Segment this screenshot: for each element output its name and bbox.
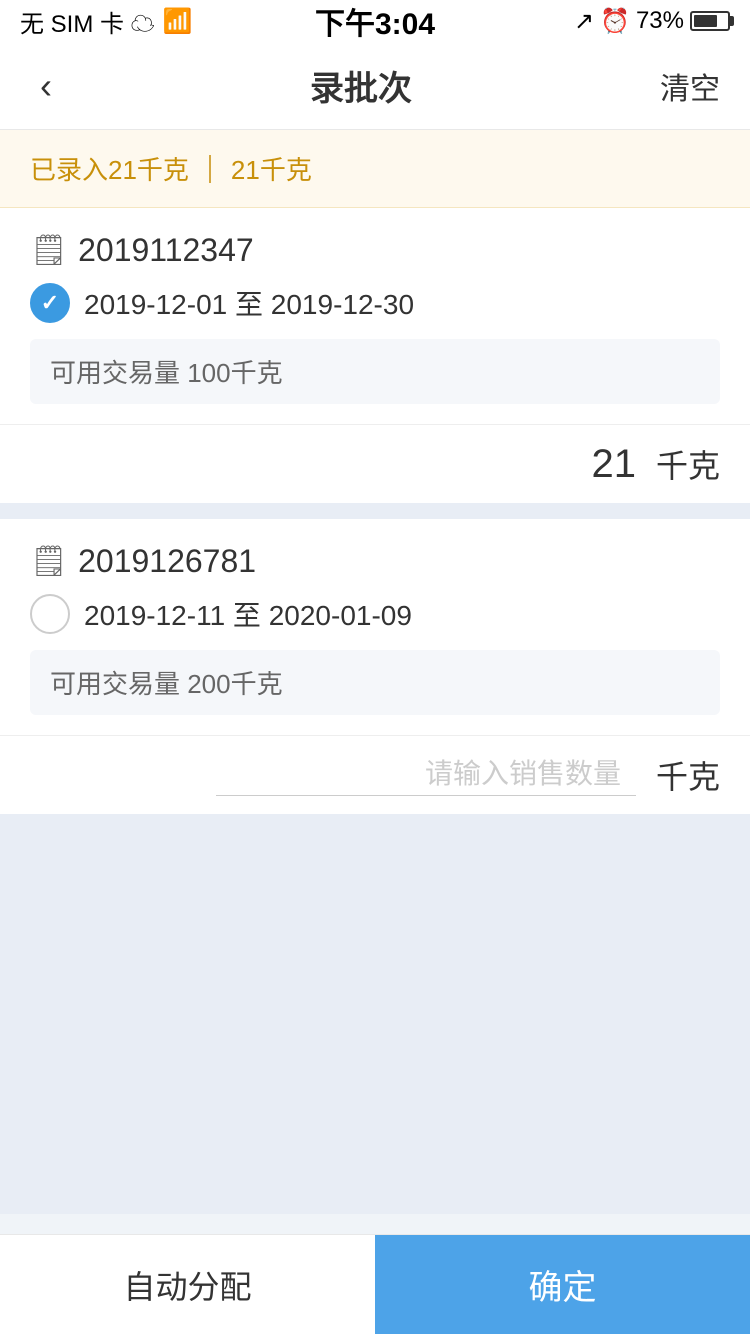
batch-item-2: 🗒 2019126781 2019-12-11 至 2020-01-09 可用交…	[0, 519, 750, 814]
batch-2-amount-row: 千克	[0, 735, 750, 814]
recorded-value: 21千克	[231, 150, 312, 187]
batch-2-quantity-input[interactable]	[216, 754, 636, 796]
section-divider	[0, 503, 750, 519]
confirm-button[interactable]: 确定	[375, 1235, 750, 1334]
info-divider	[209, 155, 211, 183]
recorded-label: 已录入21千克	[30, 150, 189, 187]
batch-2-unit: 千克	[656, 752, 720, 798]
status-right: ↗ ⏰ 73%	[574, 7, 730, 36]
batch-2-radio[interactable]	[30, 594, 70, 634]
battery-percent: 73%	[636, 7, 684, 35]
bottom-spacer	[0, 814, 750, 1214]
batch-2-id: 2019126781	[78, 543, 256, 580]
clear-button[interactable]: 清空	[660, 64, 720, 108]
batch-1-amount-row: 21 千克	[0, 424, 750, 503]
batch-2-available: 可用交易量 200千克	[30, 650, 720, 715]
status-left: 无 SIM 卡 ☁ 📶	[20, 4, 193, 39]
batch-1-unit: 千克	[656, 441, 720, 487]
batch-1-radio[interactable]	[30, 283, 70, 323]
batch-1-icon: 🗒	[30, 233, 68, 268]
info-banner: 已录入21千克 21千克	[0, 130, 750, 208]
batch-1-id: 2019112347	[78, 232, 254, 269]
status-bar: 无 SIM 卡 ☁ 📶 下午3:04 ↗ ⏰ 73%	[0, 0, 750, 42]
no-sim-text: 无 SIM 卡 ☁	[20, 4, 155, 39]
batch-item-1: 🗒 2019112347 2019-12-01 至 2019-12-30 可用交…	[0, 208, 750, 503]
wifi-icon: 📶	[163, 7, 193, 36]
battery-icon	[690, 11, 730, 31]
page-title: 录批次	[310, 61, 412, 110]
bottom-bar: 自动分配 确定	[0, 1234, 750, 1334]
auto-distribute-button[interactable]: 自动分配	[0, 1235, 375, 1334]
status-time: 下午3:04	[315, 0, 435, 43]
batch-2-date: 2019-12-11 至 2020-01-09	[84, 594, 412, 634]
batch-1-available: 可用交易量 100千克	[30, 339, 720, 404]
batch-2-date-row: 2019-12-11 至 2020-01-09	[0, 588, 750, 650]
batch-1-header: 🗒 2019112347	[0, 208, 750, 277]
batch-2-header: 🗒 2019126781	[0, 519, 750, 588]
batch-2-icon: 🗒	[30, 544, 68, 579]
location-icon: ↗	[574, 7, 594, 36]
batch-1-amount-value: 21	[591, 442, 636, 487]
batch-1-date: 2019-12-01 至 2019-12-30	[84, 283, 414, 323]
back-button[interactable]: ‹	[30, 55, 62, 117]
batch-1-date-row: 2019-12-01 至 2019-12-30	[0, 277, 750, 339]
alarm-icon: ⏰	[600, 7, 630, 36]
nav-bar: ‹ 录批次 清空	[0, 42, 750, 130]
